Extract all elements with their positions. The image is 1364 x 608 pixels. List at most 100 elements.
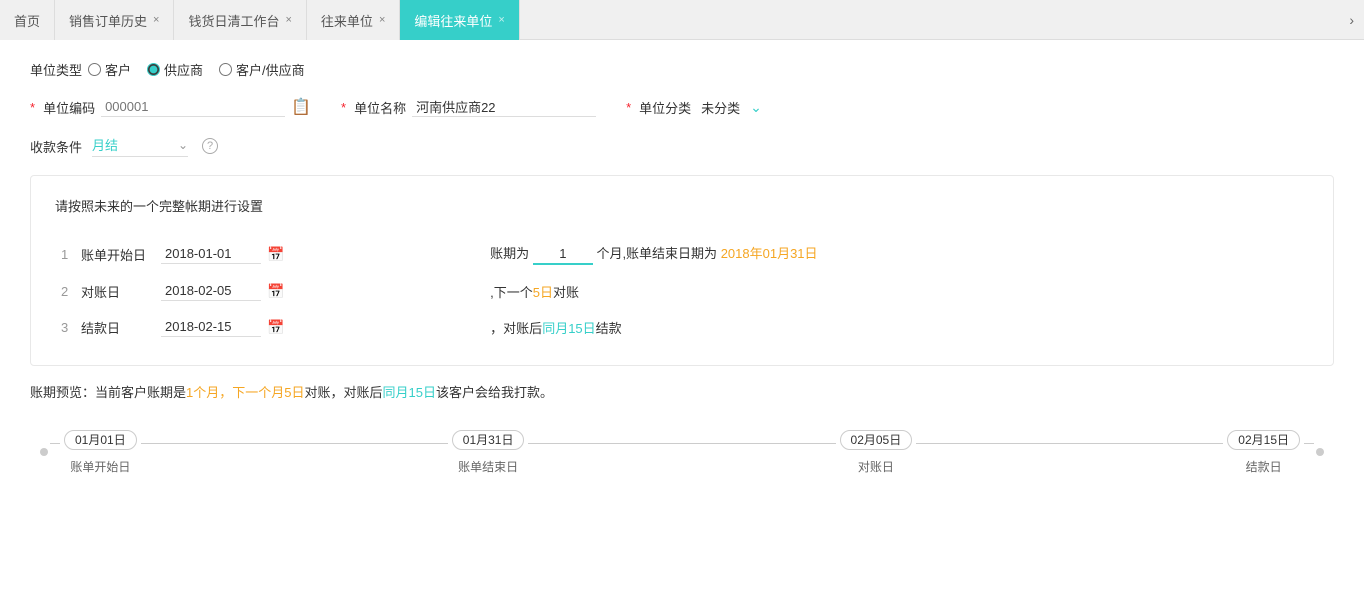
payment-condition-chevron[interactable]: ⌄ [178, 138, 188, 152]
timeline-point-2: 01月31日 账单结束日 [448, 431, 529, 475]
unit-class-value: 未分类 [701, 98, 740, 117]
step-2-date-cell: 📅 [155, 273, 484, 309]
timeline-point-4-label: 结款日 [1246, 458, 1282, 475]
unit-code-icon[interactable]: 📋 [291, 97, 311, 117]
unit-name-input[interactable] [412, 97, 596, 117]
tab-bar: 首页 销售订单历史 × 钱货日清工作台 × 往来单位 × 编辑往来单位 × › [0, 0, 1364, 40]
timeline-point-3-dot-wrapper: 02月05日 [836, 431, 917, 448]
step-3-desc-after: 结款 [596, 321, 622, 336]
timeline-point-2-date: 01月31日 [452, 430, 525, 450]
tab-scroll-arrow[interactable]: › [1339, 0, 1364, 39]
unit-type-label: 单位类型 [30, 60, 82, 79]
step-3-desc: ，对账后同月15日结款 [484, 309, 1309, 345]
step-3-row: 3 结款日 📅 ，对账后同月15日结款 [55, 309, 1309, 345]
tab-home[interactable]: 首页 [0, 0, 55, 40]
timeline-point-4-date: 02月15日 [1227, 430, 1300, 450]
step-3-date-wrapper: 📅 [161, 317, 478, 337]
timeline-point-1-label: 账单开始日 [70, 458, 130, 475]
unit-type-field: 单位类型 客户 供应商 客户/供应商 [30, 60, 305, 79]
step-2-calendar-icon[interactable]: 📅 [267, 283, 284, 300]
radio-both-label: 客户/供应商 [236, 60, 305, 79]
unit-type-row: 单位类型 客户 供应商 客户/供应商 [30, 60, 1334, 79]
timeline-point-2-dot-wrapper: 01月31日 [448, 431, 529, 448]
tab-cash-work-close[interactable]: × [285, 14, 291, 26]
steps-table: 1 账单开始日 📅 账期为 个月,账单结束日期为 2018年01月31日 [55, 235, 1309, 345]
step-1-date-input[interactable] [161, 244, 261, 264]
tab-sales-history-close[interactable]: × [153, 14, 159, 26]
step-1-end-date: 2018年01月31日 [721, 246, 818, 261]
step-1-desc-after: 个月,账单结束日期为 [596, 246, 717, 261]
step-2-row: 2 对账日 📅 ,下一个5日对账 [55, 273, 1309, 309]
tab-partners[interactable]: 往来单位 × [307, 0, 400, 40]
step-1-desc-before: 账期为 [490, 246, 529, 261]
timeline-point-3-date: 02月05日 [840, 430, 913, 450]
timeline-container: 01月01日 账单开始日 01月31日 账单结束日 02月05日 对账日 [30, 421, 1334, 505]
step-1-calendar-icon[interactable]: 📅 [267, 246, 284, 263]
radio-both[interactable]: 客户/供应商 [219, 60, 305, 79]
unit-class-chevron[interactable]: ⌄ [750, 99, 762, 116]
preview-mid: 对账，对账后 [304, 385, 382, 400]
radio-customer-input[interactable] [88, 63, 101, 76]
unit-info-row: * 单位编码 📋 * 单位名称 * 单位分类 未分类 ⌄ [30, 97, 1334, 117]
radio-both-input[interactable] [219, 63, 232, 76]
radio-supplier-label: 供应商 [164, 60, 203, 79]
card-hint: 请按照未来的一个完整帐期进行设置 [55, 196, 1309, 215]
step-1-row: 1 账单开始日 📅 账期为 个月,账单结束日期为 2018年01月31日 [55, 235, 1309, 273]
step-2-desc: ,下一个5日对账 [484, 273, 1309, 309]
step-2-highlight: 5日 [533, 285, 553, 300]
timeline-left-circle [40, 448, 48, 456]
tab-cash-work-label: 钱货日清工作台 [188, 11, 279, 30]
timeline-points: 01月01日 账单开始日 01月31日 账单结束日 02月05日 对账日 [50, 431, 1314, 475]
timeline-right-circle [1316, 448, 1324, 456]
unit-type-radio-group: 客户 供应商 客户/供应商 [88, 60, 305, 79]
radio-supplier[interactable]: 供应商 [147, 60, 203, 79]
tab-sales-history[interactable]: 销售订单历史 × [55, 0, 174, 40]
step-3-calendar-icon[interactable]: 📅 [267, 319, 284, 336]
timeline-point-4: 02月15日 结款日 [1223, 431, 1304, 475]
unit-name-star: * [341, 100, 346, 115]
radio-customer-label: 客户 [105, 60, 131, 79]
radio-customer[interactable]: 客户 [88, 60, 131, 79]
unit-code-label: 单位编码 [43, 98, 95, 117]
step-2-date-wrapper: 📅 [161, 281, 478, 301]
period-input[interactable] [533, 244, 593, 265]
unit-name-field: * 单位名称 [341, 97, 596, 117]
payment-condition-row: 收款条件 月结 ⌄ ? [30, 135, 1334, 157]
step-3-num: 3 [55, 309, 75, 345]
tab-partners-close[interactable]: × [379, 14, 385, 26]
step-2-label: 对账日 [75, 273, 155, 309]
preview-reconcile: 下一个月5日 [232, 385, 304, 400]
timeline-left-dot [40, 448, 48, 456]
unit-code-input[interactable] [101, 97, 285, 117]
settings-card: 请按照未来的一个完整帐期进行设置 1 账单开始日 📅 账期为 [30, 175, 1334, 366]
tab-partners-label: 往来单位 [321, 11, 373, 30]
step-3-date-input[interactable] [161, 317, 261, 337]
preview-text: 账期预览：当前客户账期是1个月，下一个月5日对账，对账后同月15日该客户会给我打… [30, 382, 1334, 401]
step-1-desc: 账期为 个月,账单结束日期为 2018年01月31日 [484, 235, 1309, 273]
payment-condition-select-wrapper: 月结 ⌄ [92, 135, 188, 157]
preview-end: 该客户会给我打款。 [436, 385, 553, 400]
preview-period: 1个月， [186, 385, 232, 400]
tab-edit-partner-close[interactable]: × [498, 14, 504, 26]
step-1-date-wrapper: 📅 [161, 244, 478, 264]
radio-supplier-input[interactable] [147, 63, 160, 76]
timeline-right-dot [1316, 448, 1324, 456]
timeline-point-1-date: 01月01日 [64, 430, 137, 450]
help-icon[interactable]: ? [202, 138, 218, 154]
step-2-desc-before: ,下一个 [490, 285, 533, 300]
step-2-num: 2 [55, 273, 75, 309]
payment-condition-value[interactable]: 月结 [92, 135, 172, 154]
step-2-date-input[interactable] [161, 281, 261, 301]
step-1-num: 1 [55, 235, 75, 273]
unit-class-label: 单位分类 [639, 98, 691, 117]
timeline-point-4-dot-wrapper: 02月15日 [1223, 431, 1304, 448]
step-1-label: 账单开始日 [75, 235, 155, 273]
tab-edit-partner[interactable]: 编辑往来单位 × [400, 0, 519, 40]
tab-edit-partner-label: 编辑往来单位 [414, 11, 492, 30]
timeline-point-2-label: 账单结束日 [458, 458, 518, 475]
timeline-point-1: 01月01日 账单开始日 [60, 431, 141, 475]
unit-name-label: 单位名称 [354, 98, 406, 117]
tab-cash-work[interactable]: 钱货日清工作台 × [174, 0, 306, 40]
preview-label: 账期预览：当前客户账期是 [30, 385, 186, 400]
step-1-date-cell: 📅 [155, 235, 484, 273]
